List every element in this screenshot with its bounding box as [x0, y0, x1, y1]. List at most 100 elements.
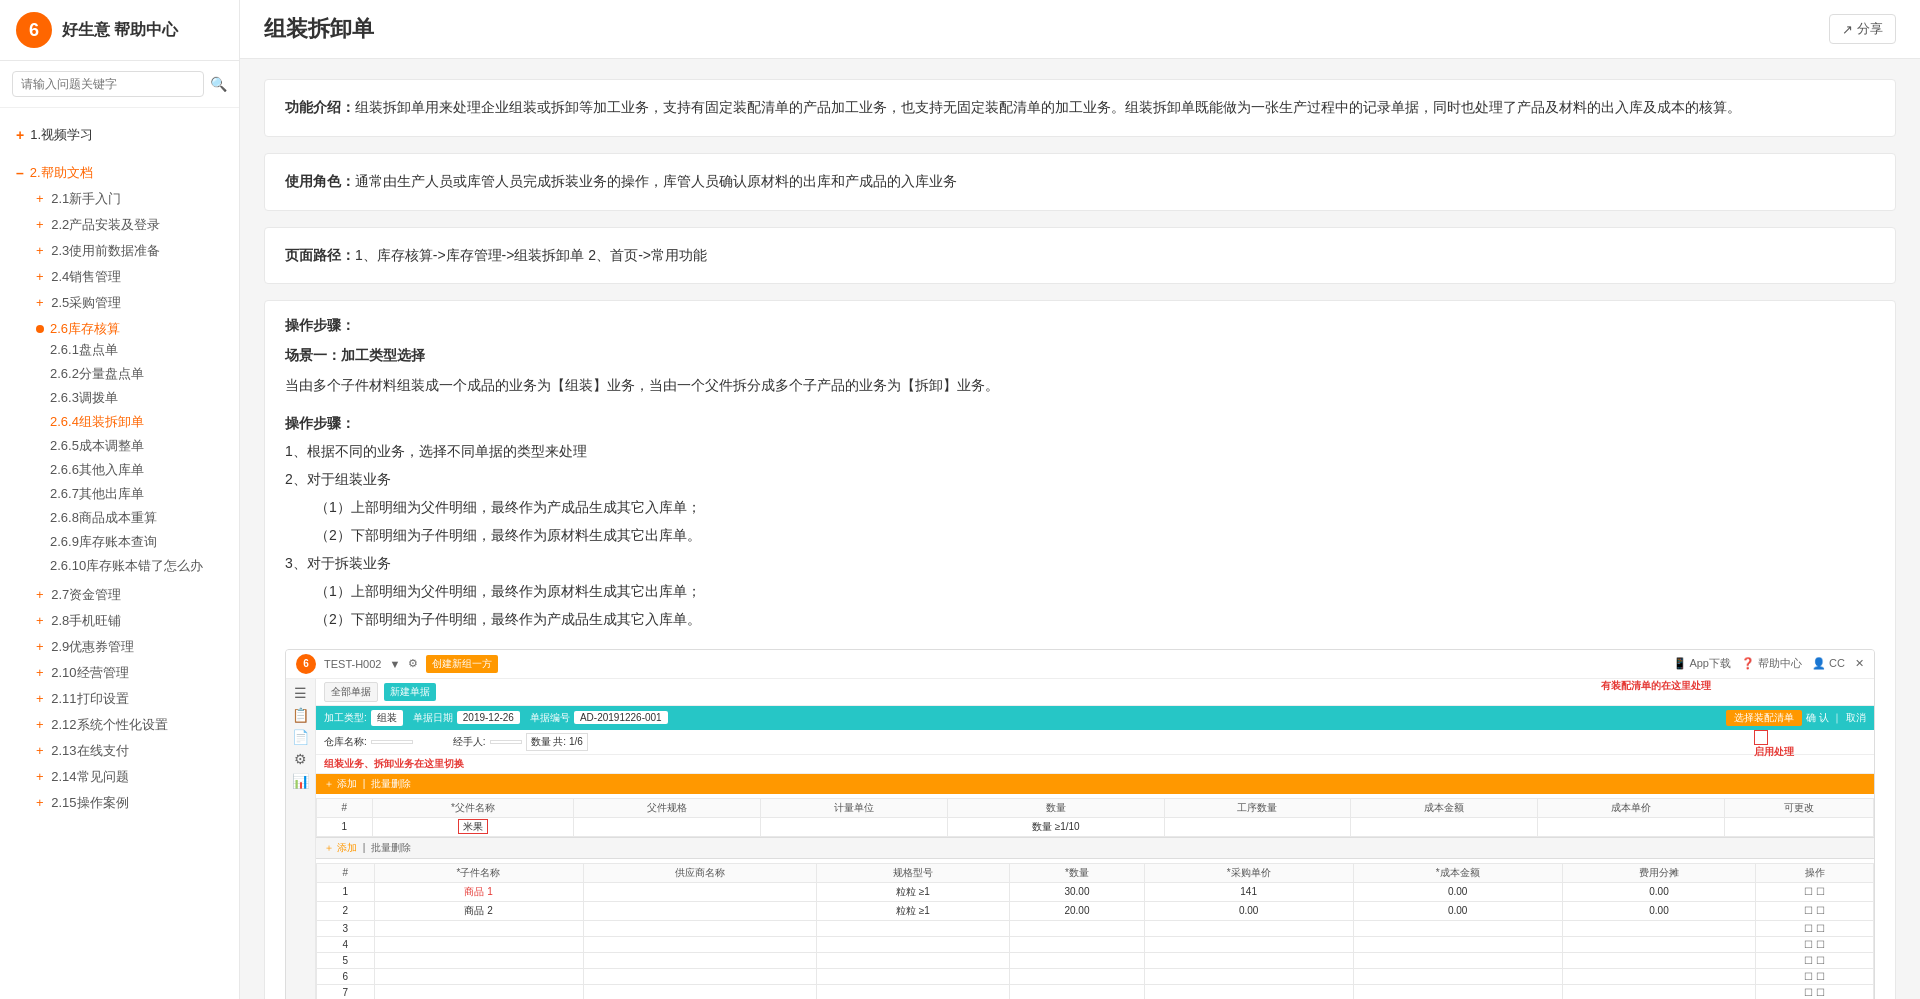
table-row: 2 商品 2 粒粒 ≥1 20.00 0.00 0.00 0.00 — [317, 901, 1874, 920]
mock-row-op-6[interactable]: ☐ ☐ — [1804, 971, 1825, 982]
sidebar-item-beginner[interactable]: + 2.1新手入门 — [36, 186, 223, 212]
sidebar-item-other-out[interactable]: 2.6.7其他出库单 — [50, 482, 223, 506]
mock-bottom-section-header: ＋ 添加 | 批量删除 — [316, 837, 1874, 859]
path-label: 页面路径： — [285, 247, 355, 263]
table-row: 4 ☐ ☐ — [317, 936, 1874, 952]
mock-create-btn[interactable]: 创建新组一方 — [426, 655, 498, 673]
mock-row-op-2[interactable]: ☐ ☐ — [1804, 905, 1825, 916]
step3-sub2: （2）下部明细为子件明细，最终作为产成品生成其它入库单。 — [315, 605, 1875, 633]
mock-col-child-qty: *数量 — [1010, 863, 1144, 882]
table-row: 5 ☐ ☐ — [317, 952, 1874, 968]
sidebar-item-stocktake[interactable]: 2.6.1盘点单 — [50, 338, 223, 362]
ops-title: 操作步骤： — [285, 317, 1875, 335]
sidebar-item-cases[interactable]: + 2.15操作案例 — [36, 790, 223, 816]
sidebar-item-cost-adj[interactable]: 2.6.5成本调整单 — [50, 434, 223, 458]
screenshot-container: 6 TEST-H002 ▼ ⚙ 创建新组一方 📱 App下载 ❓ 帮助中心 👤 … — [285, 649, 1875, 999]
mock-select-bom-btn[interactable]: 选择装配清单 — [1726, 710, 1802, 726]
sidebar-item-sales[interactable]: + 2.4销售管理 — [36, 264, 223, 290]
screenshot-image: 6 TEST-H002 ▼ ⚙ 创建新组一方 📱 App下载 ❓ 帮助中心 👤 … — [286, 650, 1874, 999]
share-button[interactable]: ↗ 分享 — [1829, 14, 1896, 44]
mock-logo: 6 — [296, 654, 316, 674]
sidebar-item-cost-recalc[interactable]: 2.6.8商品成本重算 — [50, 506, 223, 530]
mock-top-table-wrapper: # *父件名称 父件规格 计量单位 数量 工序数量 成本金额 成本单价 — [316, 794, 1874, 837]
sidebar-item-purchase[interactable]: + 2.5采购管理 — [36, 290, 223, 316]
sidebar-item-inventory[interactable]: 2.6库存核算 — [36, 320, 223, 338]
mock-enable-field[interactable] — [1754, 730, 1768, 745]
mock-row-op-4[interactable]: ☐ ☐ — [1804, 939, 1825, 950]
mock-row-op-7[interactable]: ☐ ☐ — [1804, 987, 1825, 998]
mock-close-icon[interactable]: ✕ — [1855, 657, 1864, 670]
mock-add-sub-btn[interactable]: ＋ 添加 — [324, 841, 357, 855]
share-icon: ↗ — [1842, 22, 1853, 37]
sidebar-item-business[interactable]: + 2.10经营管理 — [36, 660, 223, 686]
mock-app-store-link: 📱 App下载 — [1673, 656, 1731, 671]
scene1-desc: 当由多个子件材料组装成一个成品的业务为【组装】业务，当由一个父件拆分成多个子产品… — [285, 373, 1875, 398]
sidebar-item-transfer[interactable]: 2.6.3调拨单 — [50, 386, 223, 410]
search-icon[interactable]: 🔍 — [210, 76, 227, 92]
mock-col-alloc: 费用分摊 — [1562, 863, 1756, 882]
step2-subs: （1）上部明细为父件明细，最终作为产成品生成其它入库单； （2）下部明细为子件明… — [285, 493, 1875, 549]
mock-batch-del-sub-btn[interactable]: 批量删除 — [371, 841, 411, 855]
sidebar-item-inv-ledger-fix[interactable]: 2.6.10库存账本错了怎么办 — [50, 554, 223, 578]
sidebar-item-data-prep[interactable]: + 2.3使用前数据准备 — [36, 238, 223, 264]
mock-bottom-table-wrapper: # *子件名称 供应商名称 规格型号 *数量 *采购单价 *成本金额 费用分摊 — [316, 859, 1874, 999]
sidebar-item-inv-ledger[interactable]: 2.6.9库存账本查询 — [50, 530, 223, 554]
app-title: 好生意 帮助中心 — [62, 20, 178, 41]
table-row: 1 米果 数量 ≥1/10 — [317, 817, 1874, 836]
sidebar-section-inventory: 2.6库存核算 2.6.1盘点单 2.6.2分量盘点单 2.6.3调拨单 — [36, 316, 223, 582]
step2-sub1: （1）上部明细为父件明细，最终作为产成品生成其它入库单； — [315, 493, 1875, 521]
mock-handler-field[interactable] — [490, 740, 522, 744]
role-section: 使用角色：通常由生产人员或库管人员完成拆装业务的操作，库管人员确认原材料的出库和… — [264, 153, 1896, 211]
role-label: 使用角色： — [285, 173, 355, 189]
table-row: 6 ☐ ☐ — [317, 968, 1874, 984]
path-text: 页面路径：1、库存核算->库存管理->组装拆卸单 2、首页->常用功能 — [285, 244, 1875, 268]
mock-system-bar: 6 TEST-H002 ▼ ⚙ 创建新组一方 📱 App下载 ❓ 帮助中心 👤 … — [286, 650, 1874, 679]
sidebar-item-faq[interactable]: + 2.14常见问题 — [36, 764, 223, 790]
sidebar-item-coupon[interactable]: + 2.9优惠券管理 — [36, 634, 223, 660]
mock-icon-5: 📊 — [292, 773, 309, 789]
sidebar-header: 6 好生意 帮助中心 — [0, 0, 239, 61]
steps-title: 操作步骤： — [285, 409, 1875, 437]
sidebar-item-docs[interactable]: – 2.帮助文档 — [16, 160, 223, 186]
mock-row-op-3[interactable]: ☐ ☐ — [1804, 923, 1825, 934]
sidebar-item-video[interactable]: + 1.视频学习 — [16, 122, 223, 148]
sidebar-item-payment[interactable]: + 2.13在线支付 — [36, 738, 223, 764]
mock-row-op-1[interactable]: ☐ ☐ — [1804, 886, 1825, 897]
mock-row-op-5[interactable]: ☐ ☐ — [1804, 955, 1825, 966]
mock-type-annotation: 组装业务、拆卸业务在这里切换 — [316, 755, 1874, 774]
operations-section: 操作步骤： 场景一：加工类型选择 当由多个子件材料组装成一个成品的业务为【组装】… — [264, 300, 1896, 999]
mock-icon-2: 📋 — [292, 707, 309, 723]
mock-doc-no-field[interactable]: AD-20191226-001 — [574, 711, 668, 724]
mock-col-cost-total: *成本金额 — [1353, 863, 1562, 882]
step3: 3、对于拆装业务 — [285, 549, 1875, 577]
sidebar-item-video-label: 1.视频学习 — [30, 126, 93, 144]
mock-col-cost-price: 成本单价 — [1538, 798, 1725, 817]
sidebar-item-partial-stocktake[interactable]: 2.6.2分量盘点单 — [50, 362, 223, 386]
sidebar-item-finance[interactable]: + 2.7资金管理 — [36, 582, 223, 608]
feature-intro-text: 功能介绍：组装拆卸单用来处理企业组装或拆卸等加工业务，支持有固定装配清单的产品加… — [285, 96, 1875, 120]
annotation-enable: 启用处理 — [1754, 732, 1794, 759]
mock-date-field[interactable]: 2019-12-26 — [457, 711, 520, 724]
sidebar-item-install[interactable]: + 2.2产品安装及登录 — [36, 212, 223, 238]
sidebar-item-customize[interactable]: + 2.12系统个性化设置 — [36, 712, 223, 738]
table-row: 3 ☐ ☐ — [317, 920, 1874, 936]
feature-intro-label: 功能介绍： — [285, 99, 355, 115]
mock-parent-name-cell[interactable]: 米果 — [458, 819, 488, 834]
mock-tab-all[interactable]: 全部单据 — [324, 682, 378, 702]
sidebar-item-mobile[interactable]: + 2.8手机旺铺 — [36, 608, 223, 634]
mock-tab-new[interactable]: 新建单据 — [384, 683, 436, 701]
mock-warehouse-field[interactable] — [371, 740, 413, 744]
main-header: 组装拆卸单 ↗ 分享 — [240, 0, 1920, 59]
sidebar-item-print[interactable]: + 2.11打印设置 — [36, 686, 223, 712]
mock-col-pur-price: *采购单价 — [1144, 863, 1353, 882]
mock-col-spec: 规格型号 — [816, 863, 1010, 882]
sidebar-item-assembly[interactable]: 2.6.4组装拆卸单 — [50, 410, 223, 434]
mock-left-icon-bar: ☰ 📋 📄 ⚙ 📊 — [286, 679, 316, 999]
search-input[interactable] — [12, 71, 204, 97]
step2: 2、对于组装业务 — [285, 465, 1875, 493]
sidebar-item-other-in[interactable]: 2.6.6其他入库单 — [50, 458, 223, 482]
mock-icon-3: 📄 — [292, 729, 309, 745]
sidebar-section-video: + 1.视频学习 — [0, 116, 239, 154]
mock-type-select[interactable]: 组装 — [371, 710, 403, 726]
mock-icon-4: ⚙ — [294, 751, 307, 767]
